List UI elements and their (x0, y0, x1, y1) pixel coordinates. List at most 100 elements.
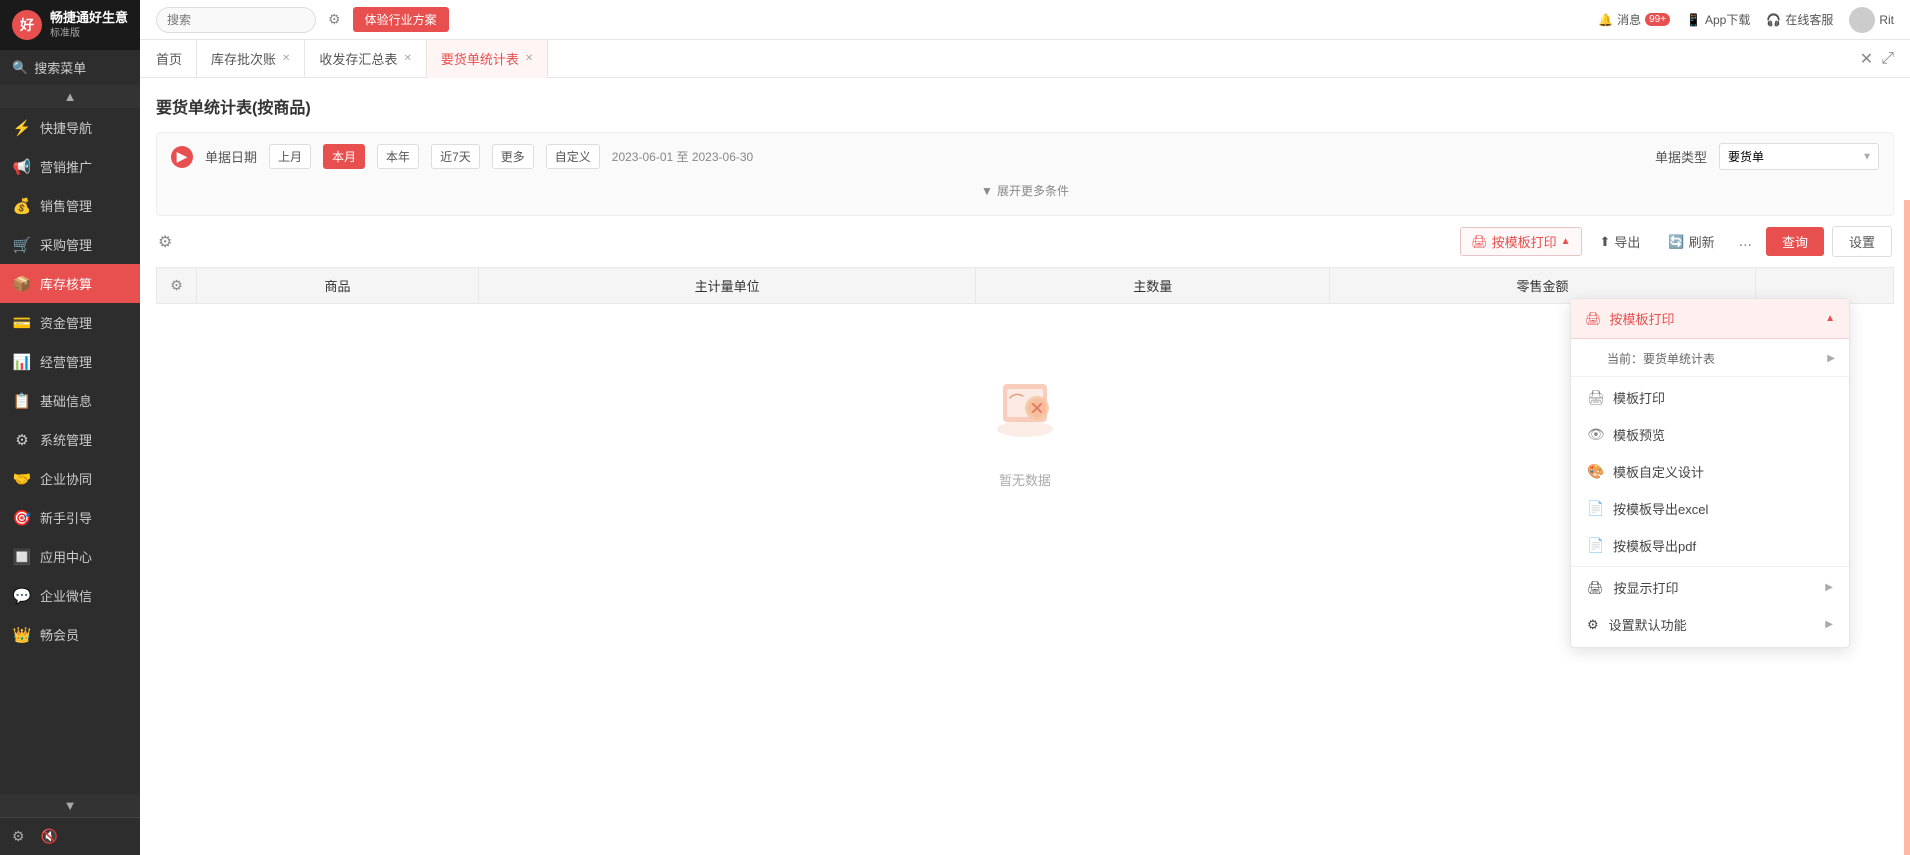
tab-expand-button[interactable]: ⤢ (1881, 49, 1894, 69)
settings-icon[interactable]: ⚙ (328, 11, 341, 28)
print-menu-header: 🖨 按模板打印 ▲ (1571, 299, 1849, 339)
menu-item-set-default[interactable]: ⚙ 设置默认功能 ▶ (1571, 606, 1849, 643)
online-service-btn[interactable]: 🎧 在线客服 (1766, 11, 1833, 28)
sidebar-item-system[interactable]: ⚙ 系统管理 (0, 420, 140, 459)
sidebar-item-apps[interactable]: 🔲 应用中心 (0, 537, 140, 576)
app-download-btn[interactable]: 📱 App下载 (1686, 11, 1750, 28)
menu-divider-2 (1571, 566, 1849, 567)
refresh-icon: 🔄 (1668, 234, 1684, 250)
table-col-quantity: 主数量 (976, 268, 1330, 304)
date-btn-custom[interactable]: 自定义 (546, 144, 600, 169)
sidebar-item-member[interactable]: 👑 畅会员 (0, 615, 140, 654)
tab-demand-stats[interactable]: 要货单统计表 ✕ (427, 40, 548, 78)
column-filter-icon[interactable]: ⚙ (158, 232, 172, 252)
collab-icon: 🤝 (12, 470, 32, 488)
sidebar-item-inventory[interactable]: 📦 库存核算 (0, 264, 140, 303)
settings-icon[interactable]: ⚙ (12, 828, 25, 845)
marketing-icon: 📢 (12, 158, 32, 176)
topbar-search-input[interactable] (156, 7, 316, 33)
app-subtitle: 标准版 (50, 27, 128, 40)
print-menu: 🖨 按模板打印 ▲ 当前：要货单统计表 ▶ 🖨 模板打印 (1570, 298, 1850, 648)
sidebar-item-label: 营销推广 (40, 157, 92, 176)
sidebar: 好 畅捷通好生意 标准版 🔍 搜索菜单 ▲ ⚡ 快捷导航 📢 营销推广 💰 销售… (0, 0, 140, 855)
more-options-btn[interactable]: ... (1733, 233, 1758, 251)
tab-receipt-summary[interactable]: 收发存汇总表 ✕ (305, 40, 426, 78)
sidebar-search-label: 搜索菜单 (34, 58, 86, 77)
sidebar-item-quick-nav[interactable]: ⚡ 快捷导航 (0, 108, 140, 147)
sidebar-item-operations[interactable]: 📊 经营管理 (0, 342, 140, 381)
mute-icon[interactable]: 🔇 (41, 828, 58, 845)
menu-item-label: 按模板导出excel (1613, 499, 1708, 518)
sidebar-item-wechat[interactable]: 💬 企业微信 (0, 576, 140, 615)
table-settings-icon[interactable]: ⚙ (170, 277, 183, 293)
tab-demand-stats-label: 要货单统计表 (441, 49, 519, 68)
search-icon: 🔍 (12, 60, 28, 76)
table-col-unit: 主计量单位 (478, 268, 975, 304)
user-avatar-btn[interactable]: Rit (1849, 7, 1894, 33)
system-icon: ⚙ (12, 431, 32, 449)
quick-nav-icon: ⚡ (12, 119, 32, 137)
member-icon: 👑 (12, 626, 32, 644)
tabs-bar: 首页 库存批次账 ✕ 收发存汇总表 ✕ 要货单统计表 ✕ ✕ ⤢ (140, 40, 1910, 78)
date-btn-last-month[interactable]: 上月 (269, 144, 311, 169)
date-btn-this-month[interactable]: 本月 (323, 144, 365, 169)
expand-label: 展开更多条件 (997, 182, 1069, 199)
filter-toggle-button[interactable]: ▶ (171, 146, 193, 168)
sidebar-item-basic[interactable]: 📋 基础信息 (0, 381, 140, 420)
sidebar-item-finance[interactable]: 💳 资金管理 (0, 303, 140, 342)
menu-item-template-export-excel[interactable]: 📄 按模板导出excel (1571, 490, 1849, 527)
tab-receipt-summary-close[interactable]: ✕ (403, 53, 411, 64)
sidebar-item-guide[interactable]: 🎯 新手引导 (0, 498, 140, 537)
sidebar-scroll-down[interactable]: ▼ (0, 794, 140, 817)
expand-filter-btn[interactable]: ▼ 展开更多条件 (171, 176, 1879, 205)
sidebar-search[interactable]: 🔍 搜索菜单 (0, 50, 140, 85)
current-template-item[interactable]: 当前：要货单统计表 ▶ (1571, 343, 1849, 374)
tab-demand-stats-close[interactable]: ✕ (525, 53, 533, 64)
sub-arrow-icon-2: ▶ (1825, 619, 1833, 630)
inventory-icon: 📦 (12, 275, 32, 293)
menu-item-display-print[interactable]: 🖨 按显示打印 ▶ (1571, 569, 1849, 606)
bell-icon: 🔔 (1598, 13, 1613, 27)
type-filter-select[interactable]: 要货单 ▼ (1719, 143, 1879, 170)
industry-button[interactable]: 体验行业方案 (353, 7, 449, 32)
menu-item-template-custom[interactable]: 🎨 模板自定义设计 (1571, 453, 1849, 490)
date-btn-7days[interactable]: 近7天 (431, 144, 480, 169)
data-toolbar: ⚙ 🖨 按模板打印 ▲ ⬆ 导出 🔄 刷新 (156, 226, 1894, 257)
sidebar-item-collab[interactable]: 🤝 企业协同 (0, 459, 140, 498)
resize-handle[interactable] (1904, 200, 1910, 855)
print-menu-collapse-icon[interactable]: ▲ (1825, 313, 1835, 324)
date-filter-label: 单据日期 (205, 147, 257, 166)
tab-home[interactable]: 首页 (156, 40, 197, 78)
printer-small-icon: 🖨 (1587, 389, 1603, 406)
sidebar-item-label: 库存核算 (40, 274, 92, 293)
sidebar-item-marketing[interactable]: 📢 营销推广 (0, 147, 140, 186)
tab-close-all-button[interactable]: ✕ (1860, 49, 1873, 69)
menu-item-template-preview[interactable]: 👁 模板预览 (1571, 416, 1849, 453)
menu-item-template-export-pdf[interactable]: 📄 按模板导出pdf (1571, 527, 1849, 564)
sidebar-item-sales[interactable]: 💰 销售管理 (0, 186, 140, 225)
menu-item-label: 按模板导出pdf (1613, 536, 1696, 555)
sidebar-scroll-up[interactable]: ▲ (0, 85, 140, 108)
app-name: 畅捷通好生意 (50, 10, 128, 27)
query-button[interactable]: 查询 (1766, 227, 1824, 256)
user-name: Rit (1879, 13, 1894, 27)
sidebar-nav: ⚡ 快捷导航 📢 营销推广 💰 销售管理 🛒 采购管理 📦 库存核算 💳 资金管… (0, 108, 140, 794)
sidebar-item-purchase[interactable]: 🛒 采购管理 (0, 225, 140, 264)
date-btn-more[interactable]: 更多 (492, 144, 534, 169)
menu-item-template-print[interactable]: 🖨 模板打印 (1571, 379, 1849, 416)
messages-btn[interactable]: 🔔 消息 99+ (1598, 11, 1670, 28)
date-btn-this-year[interactable]: 本年 (377, 144, 419, 169)
sidebar-item-label: 企业微信 (40, 586, 92, 605)
sidebar-item-label: 基础信息 (40, 391, 92, 410)
refresh-label: 刷新 (1689, 232, 1715, 251)
print-dropdown-btn[interactable]: 🖨 按模板打印 ▲ (1460, 227, 1581, 256)
tab-batch-account[interactable]: 库存批次账 ✕ (197, 40, 305, 78)
messages-label: 消息 (1617, 11, 1641, 28)
export-btn[interactable]: ⬆ 导出 (1590, 228, 1651, 255)
refresh-btn[interactable]: 🔄 刷新 (1658, 228, 1724, 255)
tab-batch-account-close[interactable]: ✕ (282, 53, 290, 64)
tab-home-label: 首页 (156, 49, 182, 68)
settings-button[interactable]: 设置 (1832, 226, 1892, 257)
finance-icon: 💳 (12, 314, 32, 332)
table-col-settings[interactable]: ⚙ (157, 268, 197, 304)
